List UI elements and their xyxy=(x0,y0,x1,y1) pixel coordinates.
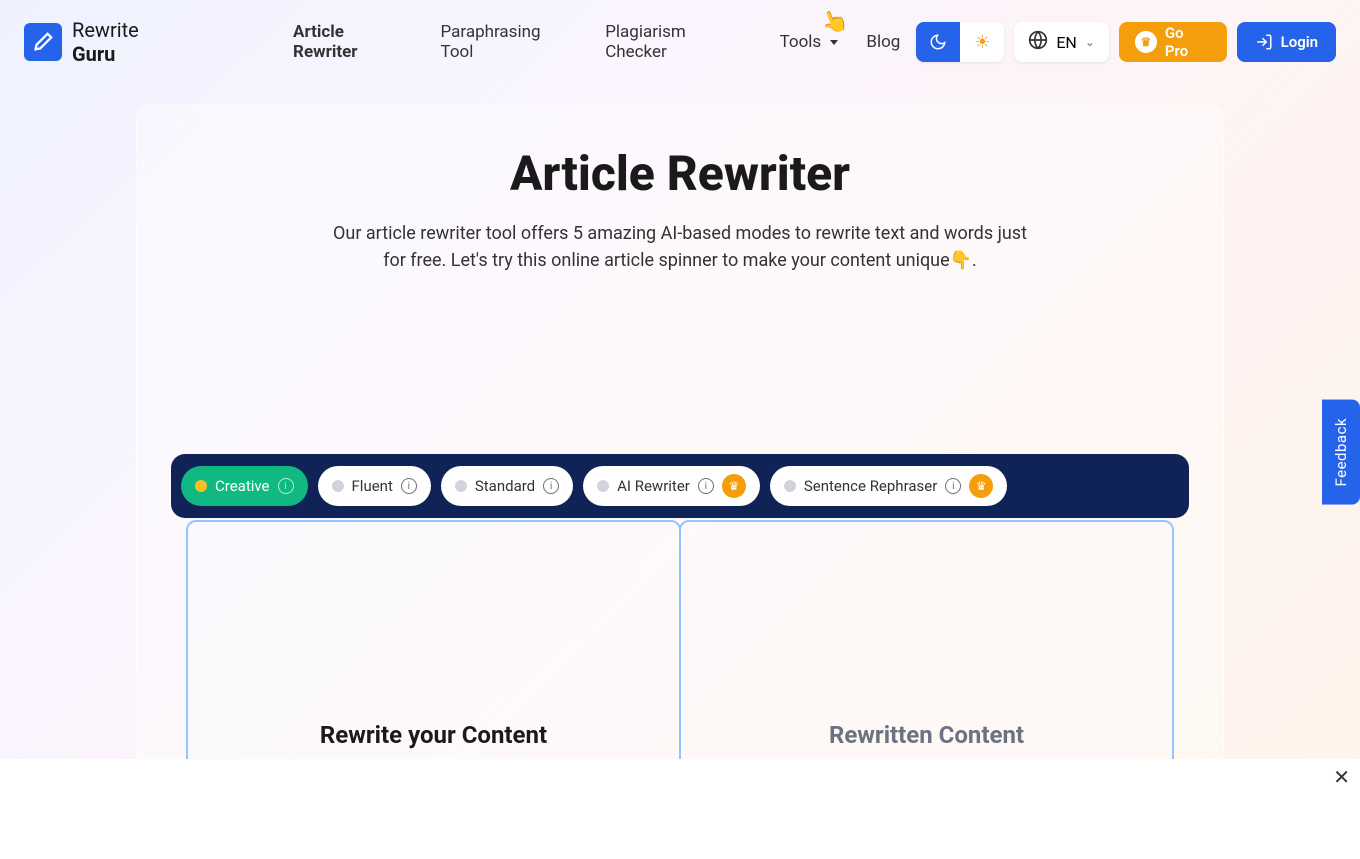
tab-label: Sentence Rephraser xyxy=(804,477,937,495)
tab-label: AI Rewriter xyxy=(617,477,690,495)
tab-label: Creative xyxy=(215,477,270,495)
content-card: Article Rewriter Our article rewriter to… xyxy=(136,104,1224,776)
login-icon xyxy=(1255,33,1273,51)
login-label: Login xyxy=(1281,33,1318,51)
nav-plagiarism[interactable]: Plagiarism Checker xyxy=(605,22,751,62)
language-label: EN xyxy=(1056,33,1077,52)
info-icon: i xyxy=(698,478,714,494)
header: Rewrite Guru Article Rewriter Paraphrasi… xyxy=(0,0,1360,84)
nav-article-rewriter[interactable]: Article Rewriter xyxy=(293,22,412,62)
language-select[interactable]: EN ⌄ xyxy=(1014,22,1109,62)
main: Article Rewriter Our article rewriter to… xyxy=(0,84,1360,776)
nav-paraphrasing[interactable]: Paraphrasing Tool xyxy=(441,22,578,62)
logo[interactable]: Rewrite Guru xyxy=(24,18,187,66)
globe-icon xyxy=(1028,30,1048,55)
tab-standard[interactable]: Standard i xyxy=(441,466,573,506)
pro-crown-icon: ♛ xyxy=(969,474,993,498)
radio-dot xyxy=(597,480,609,492)
header-actions: ☀ EN ⌄ ♛ Go Pro Login xyxy=(916,22,1336,62)
radio-dot xyxy=(455,480,467,492)
tab-fluent[interactable]: Fluent i xyxy=(318,466,431,506)
input-panel[interactable]: Rewrite your Content Type or Paste (ctrl… xyxy=(186,520,681,775)
logo-text: Rewrite Guru xyxy=(72,18,187,66)
tab-creative[interactable]: Creative i xyxy=(181,466,308,506)
dark-mode-button[interactable] xyxy=(916,22,960,62)
radio-dot xyxy=(784,480,796,492)
nav-blog[interactable]: Blog xyxy=(866,32,900,52)
pointer-icon: 👆 xyxy=(818,6,852,39)
page-subtitle: Our article rewriter tool offers 5 amazi… xyxy=(320,220,1040,274)
output-panel-title: Rewritten Content xyxy=(829,721,1024,749)
close-ad-button[interactable]: ✕ xyxy=(1333,765,1350,789)
ad-bar: ✕ xyxy=(0,759,1360,859)
main-nav: Article Rewriter Paraphrasing Tool Plagi… xyxy=(293,22,900,62)
info-icon: i xyxy=(278,478,294,494)
editor-panels: Rewrite your Content Type or Paste (ctrl… xyxy=(171,520,1189,775)
gopro-button[interactable]: ♛ Go Pro xyxy=(1119,22,1227,62)
page-title: Article Rewriter xyxy=(137,145,1223,202)
info-icon: i xyxy=(945,478,961,494)
light-mode-button[interactable]: ☀ xyxy=(960,22,1004,62)
mode-tabs: Creative i Fluent i Standard i AI Rewrit… xyxy=(171,454,1189,518)
radio-dot xyxy=(195,480,207,492)
theme-toggle: ☀ xyxy=(916,22,1004,62)
logo-icon xyxy=(24,23,62,61)
tab-label: Fluent xyxy=(352,477,393,495)
tab-ai-rewriter[interactable]: AI Rewriter i ♛ xyxy=(583,466,760,506)
info-icon: i xyxy=(543,478,559,494)
crown-icon: ♛ xyxy=(1135,31,1157,53)
tab-sentence-rephraser[interactable]: Sentence Rephraser i ♛ xyxy=(770,466,1007,506)
nav-tools[interactable]: Tools 👆 xyxy=(780,32,839,52)
login-button[interactable]: Login xyxy=(1237,22,1336,62)
radio-dot xyxy=(332,480,344,492)
pro-crown-icon: ♛ xyxy=(722,474,746,498)
feedback-tab[interactable]: Feedback xyxy=(1322,400,1360,505)
info-icon: i xyxy=(401,478,417,494)
output-panel: Rewritten Content Results will be shown … xyxy=(679,520,1174,775)
tabs-container: Creative i Fluent i Standard i AI Rewrit… xyxy=(137,454,1223,775)
input-panel-title: Rewrite your Content xyxy=(320,721,547,749)
chevron-down-icon: ⌄ xyxy=(1085,35,1095,49)
tab-label: Standard xyxy=(475,477,535,495)
gopro-label: Go Pro xyxy=(1165,24,1211,60)
